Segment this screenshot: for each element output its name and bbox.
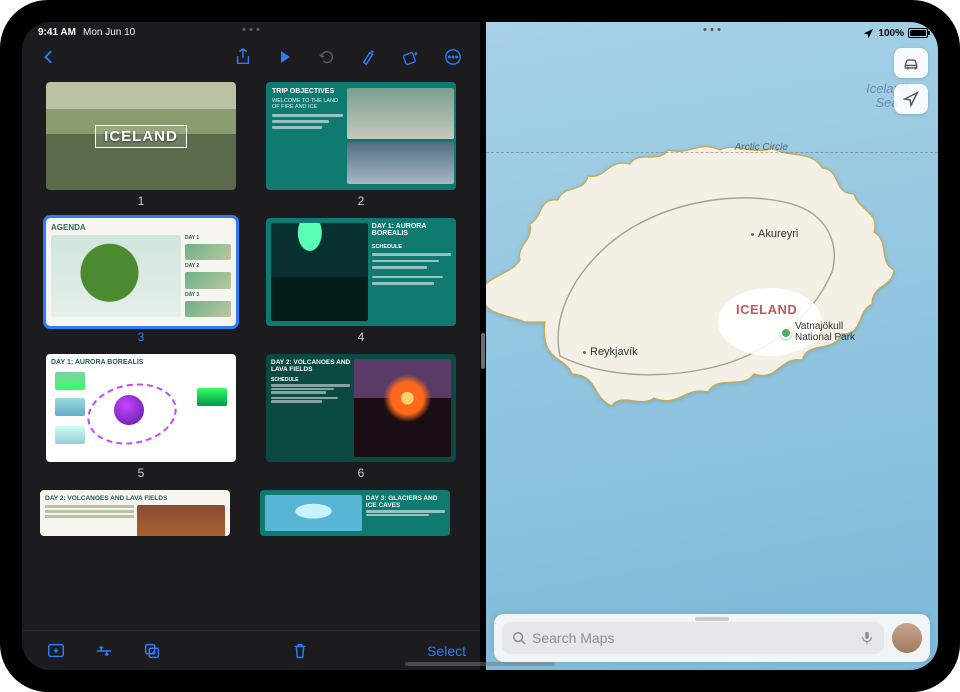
arctic-circle-label: Arctic Circle xyxy=(735,142,788,153)
status-time: 9:41 AM xyxy=(38,27,76,38)
slide-number: 2 xyxy=(358,194,365,208)
slide-thumb-5[interactable]: DAY 1: AURORA BOREALIS 5 xyxy=(40,354,242,480)
map-controls xyxy=(894,48,928,114)
multitask-dots-right[interactable] xyxy=(704,28,721,31)
slide-number: 5 xyxy=(138,466,145,480)
arctic-circle-line xyxy=(486,152,938,153)
maps-search-card: Search Maps xyxy=(494,614,930,662)
search-icon xyxy=(512,631,526,645)
status-date: Mon Jun 10 xyxy=(83,27,135,38)
slide-number: 4 xyxy=(358,330,365,344)
slide-thumb-image: DAY 2: VOLCANOES AND LAVA FIELDS SCHEDUL… xyxy=(266,354,456,462)
undo-button[interactable] xyxy=(310,43,344,71)
keynote-toolbar xyxy=(22,40,480,74)
locate-me-button[interactable] xyxy=(894,84,928,114)
slide-thumb-6[interactable]: DAY 2: VOLCANOES AND LAVA FIELDS SCHEDUL… xyxy=(260,354,462,480)
split-view-screen: 9:41 AM Mon Jun 10 xyxy=(22,22,938,670)
dictation-icon[interactable] xyxy=(860,631,874,645)
more-button[interactable] xyxy=(436,43,470,71)
driving-mode-button[interactable] xyxy=(894,48,928,78)
city-akureyri[interactable]: Akureyri xyxy=(750,228,798,240)
slide-thumb-image: DAY 3: GLACIERS AND ICE CAVES xyxy=(260,490,450,536)
account-avatar[interactable] xyxy=(892,623,922,653)
light-table[interactable]: ICELAND 1 TRIP OBJECTIVES WELCOME TO THE… xyxy=(22,74,480,630)
slide-thumb-4[interactable]: DAY 1: AURORA BOREALIS SCHEDULE 4 xyxy=(260,218,462,344)
country-label: ICELAND xyxy=(736,302,797,317)
play-button[interactable] xyxy=(268,43,302,71)
location-services-icon xyxy=(863,28,874,39)
card-grabber[interactable] xyxy=(695,617,729,621)
poi-vatnajokull[interactable]: Vatnajökull National Park xyxy=(780,322,855,343)
battery-percent: 100% xyxy=(878,28,904,39)
status-bar-left: 9:41 AM Mon Jun 10 xyxy=(22,22,480,40)
new-slide-button[interactable] xyxy=(36,635,76,667)
slide-thumb-1[interactable]: ICELAND 1 xyxy=(40,82,242,208)
slide-thumb-image: TRIP OBJECTIVES WELCOME TO THE LAND OF F… xyxy=(266,82,456,190)
maps-app[interactable]: 100% Iceland Sea Arctic Circle xyxy=(486,22,938,670)
back-button[interactable] xyxy=(32,43,66,71)
slide-thumb-image: ICELAND xyxy=(46,82,236,190)
search-field[interactable]: Search Maps xyxy=(502,622,884,654)
select-button[interactable]: Select xyxy=(427,643,466,659)
search-placeholder: Search Maps xyxy=(532,630,614,646)
keynote-app: 9:41 AM Mon Jun 10 xyxy=(22,22,480,670)
battery-icon xyxy=(908,28,928,38)
slide-thumb-image: DAY 1: AURORA BOREALIS xyxy=(46,354,236,462)
slide-number: 1 xyxy=(138,194,145,208)
slide-thumb-2[interactable]: TRIP OBJECTIVES WELCOME TO THE LAND OF F… xyxy=(260,82,462,208)
slide-thumb-image: DAY 2: VOLCANOES AND LAVA FIELDS xyxy=(40,490,230,536)
format-brush-button[interactable] xyxy=(352,43,386,71)
slide-number: 6 xyxy=(358,466,365,480)
slide-thumb-7[interactable]: DAY 2: VOLCANOES AND LAVA FIELDS xyxy=(40,490,242,536)
slide-thumb-8[interactable]: DAY 3: GLACIERS AND ICE CAVES xyxy=(260,490,462,536)
multitask-dots-left[interactable] xyxy=(243,28,260,31)
slide-thumb-image: DAY 1: AURORA BOREALIS SCHEDULE xyxy=(266,218,456,326)
city-reykjavik[interactable]: Reykjavík xyxy=(582,346,638,358)
home-indicator[interactable] xyxy=(405,662,555,666)
skip-slide-button[interactable] xyxy=(84,635,124,667)
iceland-landmass xyxy=(486,112,900,452)
slide-thumb-image: AGENDA DAY 1 DAY 2 DAY 3 xyxy=(46,218,236,326)
share-button[interactable] xyxy=(226,43,260,71)
duplicate-button[interactable] xyxy=(132,635,172,667)
delete-button[interactable] xyxy=(280,635,320,667)
insert-button[interactable] xyxy=(394,43,428,71)
status-bar-right: 100% xyxy=(863,24,928,42)
slide-number: 3 xyxy=(138,330,145,344)
slide-thumb-3[interactable]: AGENDA DAY 1 DAY 2 DAY 3 3 xyxy=(40,218,242,344)
